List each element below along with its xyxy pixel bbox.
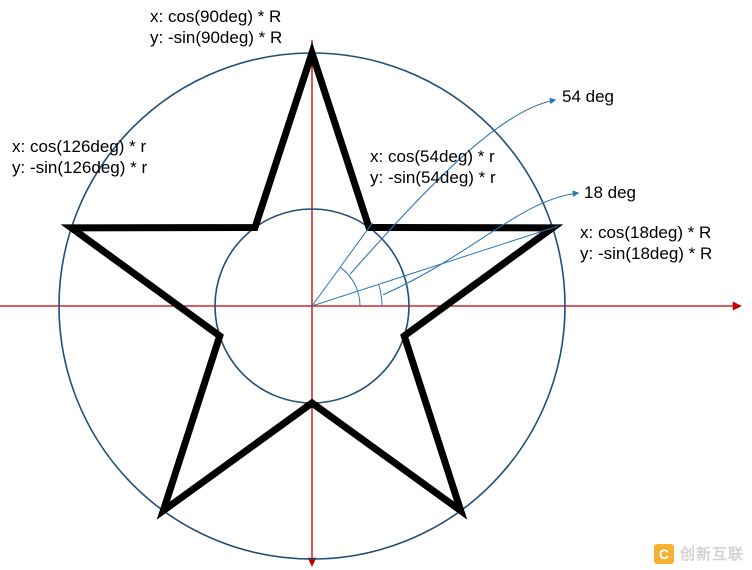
axes-layer xyxy=(0,40,740,565)
angle-guides xyxy=(312,100,578,306)
diagram-stage: x: cos(90deg) * R y: -sin(90deg) * R x: … xyxy=(0,0,752,570)
star-geometry-svg xyxy=(0,0,752,570)
arc-18deg xyxy=(379,284,382,306)
ray-18deg xyxy=(312,226,558,306)
ray-54deg xyxy=(312,223,373,306)
watermark: C 创新互联 xyxy=(654,543,744,564)
watermark-text: 创新互联 xyxy=(680,543,744,564)
watermark-icon: C xyxy=(654,544,674,564)
watermark-letter: C xyxy=(659,546,669,562)
arc-54deg xyxy=(340,267,360,306)
